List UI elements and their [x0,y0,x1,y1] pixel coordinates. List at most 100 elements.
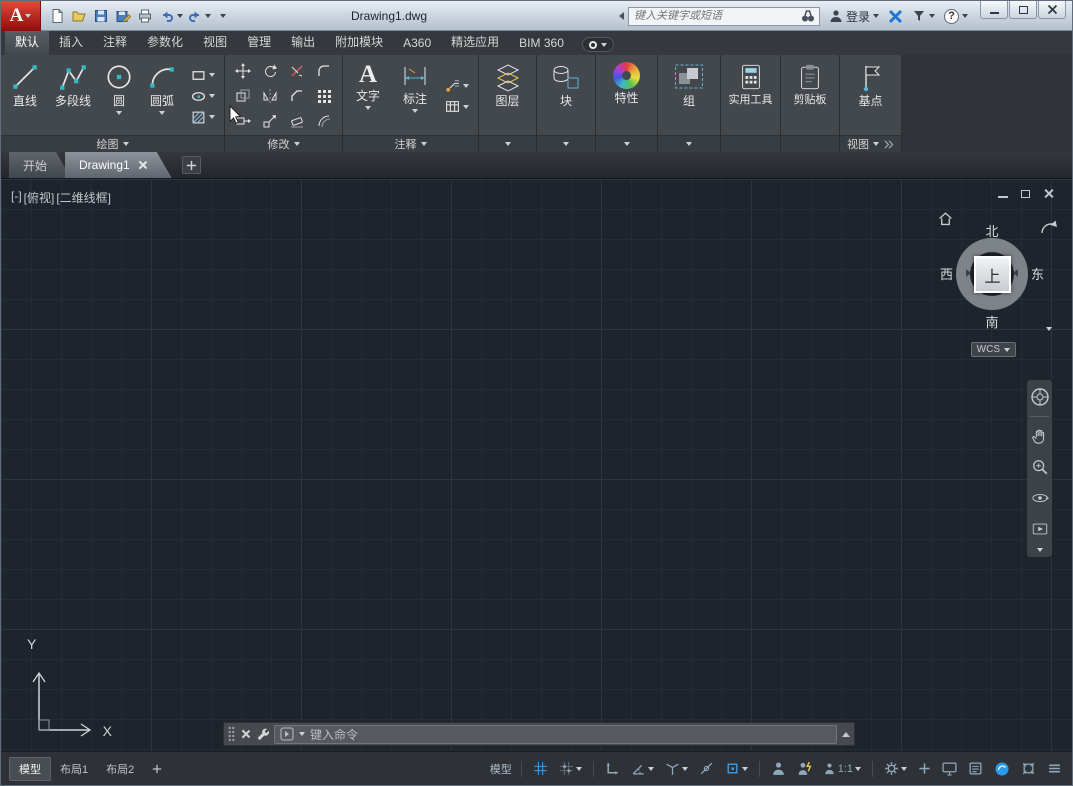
ribbon-tab-parametric[interactable]: 参数化 [137,29,193,55]
viewcube-top-face[interactable]: 上 [974,256,1011,293]
ortho-mode-toggle[interactable] [603,759,622,778]
viewcube-rotate-right-icon[interactable] [1013,269,1018,277]
wcs-menu-button[interactable]: WCS [971,342,1016,357]
chamfer-tool-button[interactable] [285,85,309,107]
navbar-caret-icon[interactable] [1037,548,1043,552]
command-input-field[interactable]: 键入命令 [274,725,837,744]
copy-tool-button[interactable] [231,85,255,107]
doc-minimize-button[interactable] [998,196,1008,198]
sign-in-button[interactable]: 登录 [829,8,879,25]
arc-tool-button[interactable]: 圆弧 [139,57,185,135]
layers-button[interactable]: 图层 [481,57,534,135]
ribbon-tab-insert[interactable]: 插入 [49,29,93,55]
viewcube-home-button[interactable] [938,211,953,231]
orbit-button[interactable] [1029,486,1051,510]
showmotion-button[interactable] [1029,517,1051,541]
polar-tracking-toggle[interactable] [629,759,656,778]
close-button[interactable] [1038,1,1066,19]
redo-button[interactable] [184,5,211,27]
ellipse-tool-button[interactable] [188,87,218,106]
panel-groups-footer[interactable] [658,135,720,152]
panel-draw-footer[interactable]: 绘图 [1,135,224,152]
doc-close-button[interactable] [1043,188,1054,199]
grid-display-toggle[interactable] [531,759,550,778]
utilities-button[interactable]: 实用工具 [723,57,778,135]
status-plus-button[interactable] [916,760,933,777]
panel-block-footer[interactable] [537,135,595,152]
viewcube-rotate-button[interactable] [1038,217,1060,244]
panel-properties-footer[interactable] [596,135,657,152]
ribbon-tab-output[interactable]: 输出 [281,29,325,55]
stretch-tool-button[interactable] [231,110,255,132]
annotation-autoscale-toggle[interactable] [795,759,814,778]
array-tool-button[interactable] [312,85,336,107]
pan-button[interactable] [1029,424,1051,448]
model-space-button[interactable]: 模型 [490,761,512,777]
base-point-button[interactable]: 基点 [842,57,899,135]
save-as-button[interactable] [112,5,133,27]
panel-layers-footer[interactable] [479,135,536,152]
ribbon-tab-view[interactable]: 视图 [193,29,237,55]
undo-button[interactable] [156,5,183,27]
search-input[interactable] [629,10,800,22]
block-insert-button[interactable]: 块 [539,57,593,135]
exchange-apps-button[interactable] [888,9,903,24]
isometric-drafting-toggle[interactable] [663,759,690,778]
command-close-icon[interactable] [240,729,250,739]
viewcube-south-label[interactable]: 南 [956,312,1028,331]
viewport-view-button[interactable]: [俯视] [24,189,55,206]
object-snap-tracking-toggle[interactable] [697,759,716,778]
command-history-button[interactable] [842,732,850,737]
snap-mode-toggle[interactable] [557,759,584,778]
object-snap-toggle[interactable] [723,759,750,778]
layout2-tab[interactable]: 布局2 [97,758,143,780]
model-layout-tab[interactable]: 模型 [9,757,51,781]
rotate-tool-button[interactable] [258,60,282,82]
viewport-menu-button[interactable]: [-] [11,189,22,206]
hatch-tool-button[interactable] [188,108,218,127]
properties-button[interactable]: 特性 [598,57,655,135]
panel-modify-footer[interactable]: 修改 [225,135,342,152]
doc-restore-button[interactable] [1021,190,1030,198]
file-tab-start[interactable]: 开始 [9,152,71,178]
table-tool-button[interactable] [442,97,472,116]
save-button[interactable] [90,5,111,27]
dimension-tool-button[interactable]: 标注 [391,57,439,135]
zoom-button[interactable] [1029,455,1051,479]
navigation-wheel-button[interactable] [1029,385,1051,409]
binoculars-search-icon[interactable] [800,8,816,24]
command-bar-grip[interactable] [228,726,235,742]
graphics-performance-toggle[interactable] [992,759,1012,779]
move-tool-button[interactable] [231,60,255,82]
open-file-button[interactable] [68,5,89,27]
ribbon-tab-featured-apps[interactable]: 精选应用 [441,29,509,55]
quick-properties-toggle[interactable] [966,759,985,778]
ribbon-tab-addins[interactable]: 附加模块 [325,29,393,55]
help-button[interactable]: ? [944,9,968,24]
viewcube-west-label[interactable]: 西 [940,264,953,283]
erase-tool-button[interactable] [285,110,309,132]
search-collapse-icon[interactable] [619,12,624,20]
rectangle-tool-button[interactable] [188,66,218,85]
multileader-tool-button[interactable] [442,76,472,95]
viewcube-menu-caret[interactable] [1046,318,1052,336]
ribbon-tab-manage[interactable]: 管理 [237,29,281,55]
circle-tool-button[interactable]: 圆 [99,57,139,135]
viewcube-north-label[interactable]: 北 [956,221,1028,240]
trim-tool-button[interactable] [285,60,309,82]
stay-connected-button[interactable] [912,9,935,23]
ucs-icon[interactable]: Y X [15,642,110,737]
offset-tool-button[interactable] [312,110,336,132]
maximize-button[interactable] [1009,1,1037,19]
customize-wrench-icon[interactable] [255,727,269,741]
viewport-visual-style-button[interactable]: [二维线框] [56,189,111,206]
annotation-scale-button[interactable]: 1:1 [821,760,863,777]
new-drawing-tab-button[interactable] [182,156,201,174]
workspace-switch-button[interactable] [882,759,909,778]
ribbon-display-toggle[interactable] [582,37,614,52]
clipboard-button[interactable]: 剪贴板 [783,57,837,135]
panel-annotation-footer[interactable]: 注释 [343,135,478,152]
application-menu-button[interactable]: A [1,1,41,31]
ribbon-tab-a360[interactable]: A360 [393,32,441,55]
scale-tool-button[interactable] [258,110,282,132]
